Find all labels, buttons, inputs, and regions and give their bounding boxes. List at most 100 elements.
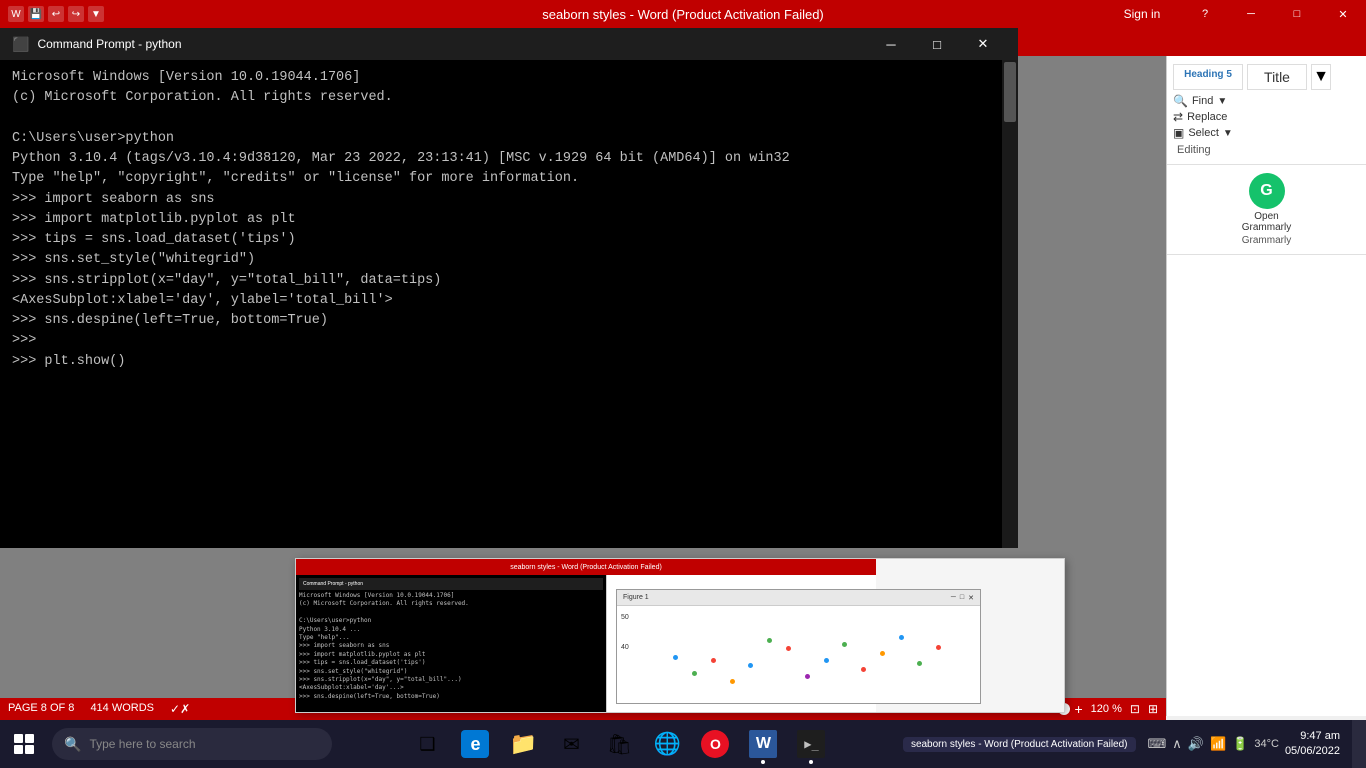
zoom-in-btn[interactable]: + — [1074, 701, 1082, 717]
cmd-content[interactable]: Microsoft Windows [Version 10.0.19044.17… — [0, 60, 1018, 548]
mini-word-titlebar: seaborn styles - Word (Product Activatio… — [296, 559, 876, 575]
opera-btn[interactable]: O — [693, 722, 737, 766]
word-titlebar: W 💾 ↩ ↪ ▼ seaborn styles - Word (Product… — [0, 0, 1366, 28]
y-label-40: 40 — [621, 644, 629, 651]
scatter-dot — [805, 674, 810, 679]
active-window-btn[interactable]: seaborn styles - Word (Product Activatio… — [903, 737, 1136, 752]
grammarly-icon[interactable]: G — [1249, 173, 1285, 209]
mini-cmd-line: Python 3.10.4 ... — [299, 626, 603, 634]
taskview-icon: ❑ — [413, 730, 441, 758]
battery-icon[interactable]: 🔋 — [1232, 736, 1248, 752]
mail-btn[interactable]: ✉ — [549, 722, 593, 766]
cmd-maximize[interactable]: □ — [914, 28, 960, 60]
grammarly-section: G OpenGrammarly Grammarly — [1167, 165, 1366, 255]
scatter-dot — [711, 658, 716, 663]
chrome-btn[interactable]: 🌐 — [645, 722, 689, 766]
mini-cmd-line: >>> import matplotlib.pyplot as plt — [299, 651, 603, 659]
find-btn[interactable]: 🔍 Find ▼ — [1173, 94, 1360, 108]
taskbar-search-icon: 🔍 — [64, 736, 81, 753]
temperature: 34°C — [1254, 738, 1279, 750]
mini-cmd-line: <AxesSubplot:xlabel='day'...> — [299, 684, 603, 692]
heading5-style-btn[interactable]: Heading 5 — [1173, 64, 1243, 90]
up-arrow-icon[interactable]: ∧ — [1172, 736, 1182, 752]
save-icon[interactable]: 💾 — [28, 6, 44, 22]
show-desktop[interactable] — [1352, 720, 1366, 768]
heading5-label: Heading 5 — [1182, 69, 1234, 80]
replace-btn[interactable]: ⇄ Replace — [1173, 110, 1360, 124]
cmd-line: >>> sns.set_style("whitegrid") — [12, 250, 1006, 270]
cmd-line — [12, 109, 1006, 129]
word-title: seaborn styles - Word (Product Activatio… — [542, 7, 824, 22]
word-close[interactable]: ✕ — [1320, 0, 1366, 28]
cmd-line: C:\Users\user>python — [12, 129, 1006, 149]
cmd-close[interactable]: ✕ — [960, 28, 1006, 60]
word-btn[interactable]: W — [741, 722, 785, 766]
store-btn[interactable]: 🛍 — [597, 722, 641, 766]
taskbar-search[interactable]: 🔍 Type here to search — [52, 728, 332, 760]
styles-expand-btn[interactable]: ▼ — [1311, 64, 1331, 90]
replace-icon: ⇄ — [1173, 110, 1183, 124]
word-count: 414 WORDS — [90, 702, 154, 716]
select-icon: ▣ — [1173, 126, 1184, 140]
start-button[interactable] — [0, 720, 48, 768]
mini-cmd-line: >>> import seaborn as sns — [299, 642, 603, 650]
file-explorer-btn[interactable]: 📁 — [501, 722, 545, 766]
mini-cmd-titlebar: Command Prompt - python — [299, 578, 603, 590]
edge-btn[interactable]: e — [453, 722, 497, 766]
mini-chart-area: 50 40 — [617, 606, 980, 703]
taskbar-search-placeholder: Type here to search — [89, 737, 195, 751]
figure-minimize[interactable]: ─ — [951, 594, 956, 602]
speaker-icon[interactable]: 🔊 — [1188, 736, 1204, 752]
grammarly-label[interactable]: OpenGrammarly — [1242, 211, 1291, 233]
mini-figure-title: Figure 1 — [623, 594, 649, 601]
date: 05/06/2022 — [1285, 744, 1340, 759]
mini-word-content: Command Prompt - python Microsoft Window… — [296, 575, 876, 712]
word-help-icon[interactable]: ? — [1182, 0, 1228, 28]
cmd-icon: ⬛ — [12, 36, 29, 53]
scatter-dot — [767, 638, 772, 643]
cmd-title: Command Prompt - python — [37, 37, 868, 51]
word-signin[interactable]: Sign in — [1102, 0, 1182, 28]
taskview-btn[interactable]: ❑ — [405, 722, 449, 766]
scatter-dot — [692, 671, 697, 676]
scatter-dot — [842, 642, 847, 647]
mini-cmd-line: >>> sns.set_style("whitegrid") — [299, 668, 603, 676]
figure-maximize[interactable]: □ — [960, 594, 964, 602]
cmd-window: ⬛ Command Prompt - python ─ □ ✕ Microsof… — [0, 28, 1018, 548]
cmd-line: >>> sns.despine(left=True, bottom=True) — [12, 311, 1006, 331]
cmd-line: Type "help", "copyright", "credits" or "… — [12, 169, 1006, 189]
customize-icon[interactable]: ▼ — [88, 6, 104, 22]
layout-print-icon[interactable]: ⊡ — [1130, 702, 1140, 716]
mini-cmd-line: C:\Users\user>python — [299, 617, 603, 625]
word-icon: W — [8, 6, 24, 22]
store-icon: 🛍 — [605, 730, 633, 758]
undo-icon[interactable]: ↩ — [48, 6, 64, 22]
cmd-minimize[interactable]: ─ — [868, 28, 914, 60]
cmd-window-controls: ─ □ ✕ — [868, 28, 1006, 60]
mini-figure-window: Figure 1 ─ □ ✕ 50 40 — [616, 589, 981, 704]
keyboard-icon[interactable]: ⌨ — [1148, 736, 1167, 752]
title-style-btn[interactable]: Title — [1247, 64, 1307, 90]
mini-cmd-content: Microsoft Windows [Version 10.0.19044.17… — [299, 592, 603, 701]
find-icon: 🔍 — [1173, 94, 1188, 108]
redo-icon[interactable]: ↪ — [68, 6, 84, 22]
layout-web-icon[interactable]: ⊞ — [1148, 702, 1158, 716]
cmd-line: >>> — [12, 331, 1006, 351]
mini-cmd-title: Command Prompt - python — [303, 581, 363, 587]
cmd-line: >>> sns.stripplot(x="day", y="total_bill… — [12, 271, 1006, 291]
wifi-icon[interactable]: 📶 — [1210, 736, 1226, 752]
word-maximize[interactable]: □ — [1274, 0, 1320, 28]
figure-close[interactable]: ✕ — [968, 594, 974, 602]
cmd-scrollbar[interactable] — [1002, 60, 1018, 548]
cmd-line: (c) Microsoft Corporation. All rights re… — [12, 88, 1006, 108]
mini-cmd-line: (c) Microsoft Corporation. All rights re… — [299, 600, 603, 608]
select-btn[interactable]: ▣ Select ▼ — [1173, 126, 1360, 140]
mini-word-window: seaborn styles - Word (Product Activatio… — [296, 559, 876, 712]
word-minimize[interactable]: ─ — [1228, 0, 1274, 28]
clock[interactable]: 9:47 am 05/06/2022 — [1285, 729, 1340, 760]
cmd-btn[interactable]: ▶_ — [789, 722, 833, 766]
taskbar-apps: ❑ e 📁 ✉ 🛍 🌐 O W ▶_ — [336, 722, 903, 766]
proofing-icon[interactable]: ✓✗ — [170, 702, 190, 716]
mini-preview-container[interactable]: seaborn styles - Word (Product Activatio… — [295, 558, 1065, 713]
scatter-dot — [899, 635, 904, 640]
